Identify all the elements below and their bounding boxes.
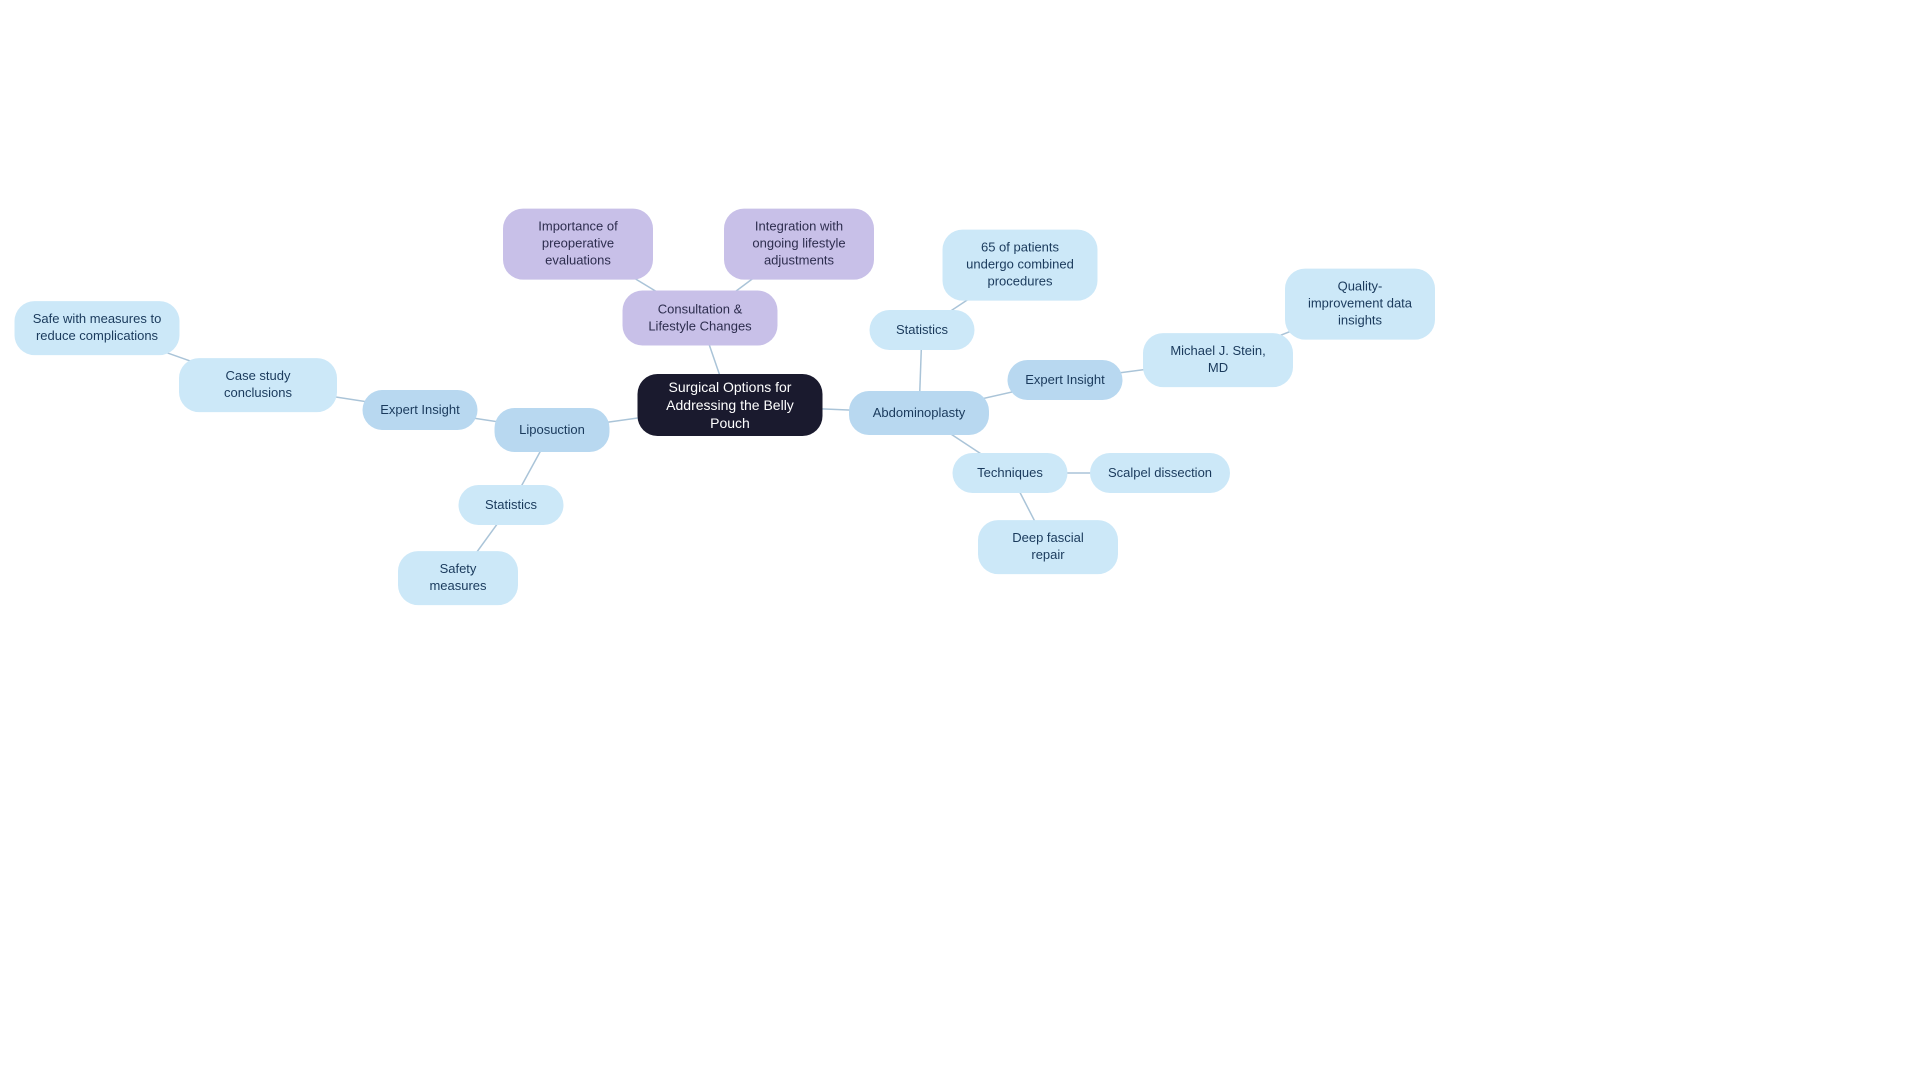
node-quality[interactable]: Quality-improvement data insights: [1285, 269, 1435, 340]
node-abdominoplasty[interactable]: Abdominoplasty: [849, 391, 989, 435]
node-safe-measures[interactable]: Safe with measures to reduce complicatio…: [15, 301, 180, 355]
node-expert-lipo[interactable]: Expert Insight: [363, 390, 478, 430]
node-statistics-lipo[interactable]: Statistics: [459, 485, 564, 525]
node-integration[interactable]: Integration with ongoing lifestyle adjus…: [724, 209, 874, 280]
mindmap-canvas: Surgical Options for Addressing the Bell…: [0, 0, 1920, 1083]
connections-svg: [0, 0, 1920, 1083]
node-center[interactable]: Surgical Options for Addressing the Bell…: [638, 374, 823, 436]
node-techniques[interactable]: Techniques: [953, 453, 1068, 493]
node-combined[interactable]: 65 of patients undergo combined procedur…: [943, 230, 1098, 301]
node-preoperative[interactable]: Importance of preoperative evaluations: [503, 209, 653, 280]
node-safety[interactable]: Safety measures: [398, 551, 518, 605]
node-michael[interactable]: Michael J. Stein, MD: [1143, 333, 1293, 387]
node-case-study[interactable]: Case study conclusions: [179, 358, 337, 412]
node-scalpel[interactable]: Scalpel dissection: [1090, 453, 1230, 493]
node-expert-abdo[interactable]: Expert Insight: [1008, 360, 1123, 400]
node-consultation[interactable]: Consultation & Lifestyle Changes: [623, 291, 778, 346]
node-deep-fascial[interactable]: Deep fascial repair: [978, 520, 1118, 574]
node-liposuction[interactable]: Liposuction: [495, 408, 610, 452]
node-statistics-abdo[interactable]: Statistics: [870, 310, 975, 350]
